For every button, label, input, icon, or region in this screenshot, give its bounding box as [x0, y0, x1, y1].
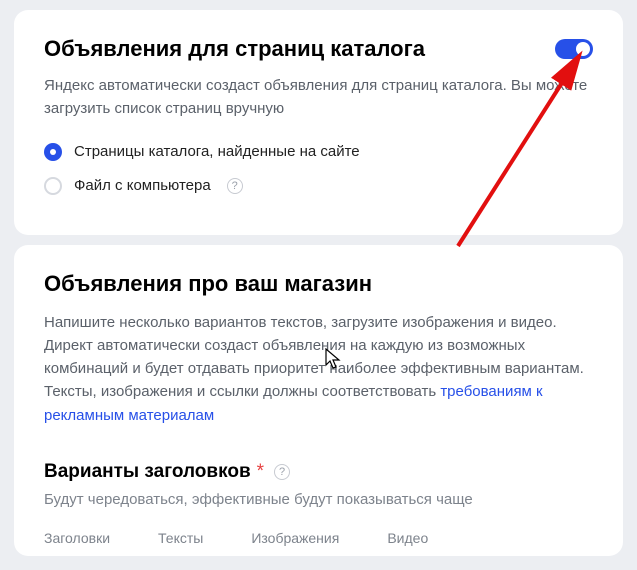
- catalog-ads-desc: Яндекс автоматически создаст объявления …: [44, 74, 593, 121]
- radio-unselected-icon: [44, 177, 62, 195]
- catalog-source-radio-group: Страницы каталога, найденные на сайте Фа…: [44, 143, 593, 195]
- store-ads-desc: Напишите несколько вариантов текстов, за…: [44, 311, 593, 427]
- store-ads-title: Объявления про ваш магазин: [44, 271, 593, 297]
- variants-title: Варианты заголовков: [44, 461, 251, 483]
- catalog-ads-card: Объявления для страниц каталога Яндекс а…: [14, 10, 623, 235]
- radio-label: Страницы каталога, найденные на сайте: [74, 143, 360, 160]
- radio-label: Файл с компьютера: [74, 177, 211, 194]
- toggle-knob: [576, 42, 590, 56]
- radio-option-site-pages[interactable]: Страницы каталога, найденные на сайте: [44, 143, 593, 161]
- variants-subtext: Будут чередоваться, эффективные будут по…: [44, 491, 593, 508]
- variants-heading-row: Варианты заголовков * ?: [44, 461, 593, 483]
- tab-headlines[interactable]: Заголовки: [44, 530, 110, 546]
- radio-selected-icon: [44, 143, 62, 161]
- tabs-row: Заголовки Тексты Изображения Видео: [44, 530, 593, 546]
- required-asterisk: *: [257, 461, 264, 483]
- help-icon[interactable]: ?: [274, 464, 290, 480]
- catalog-ads-title: Объявления для страниц каталога: [44, 36, 425, 62]
- catalog-ads-toggle[interactable]: [555, 39, 593, 59]
- store-ads-card: Объявления про ваш магазин Напишите неск…: [14, 245, 623, 556]
- tab-video[interactable]: Видео: [387, 530, 428, 546]
- radio-option-file[interactable]: Файл с компьютера ?: [44, 177, 593, 195]
- tab-texts[interactable]: Тексты: [158, 530, 203, 546]
- help-icon[interactable]: ?: [227, 178, 243, 194]
- card-header: Объявления для страниц каталога: [44, 36, 593, 62]
- tab-images[interactable]: Изображения: [251, 530, 339, 546]
